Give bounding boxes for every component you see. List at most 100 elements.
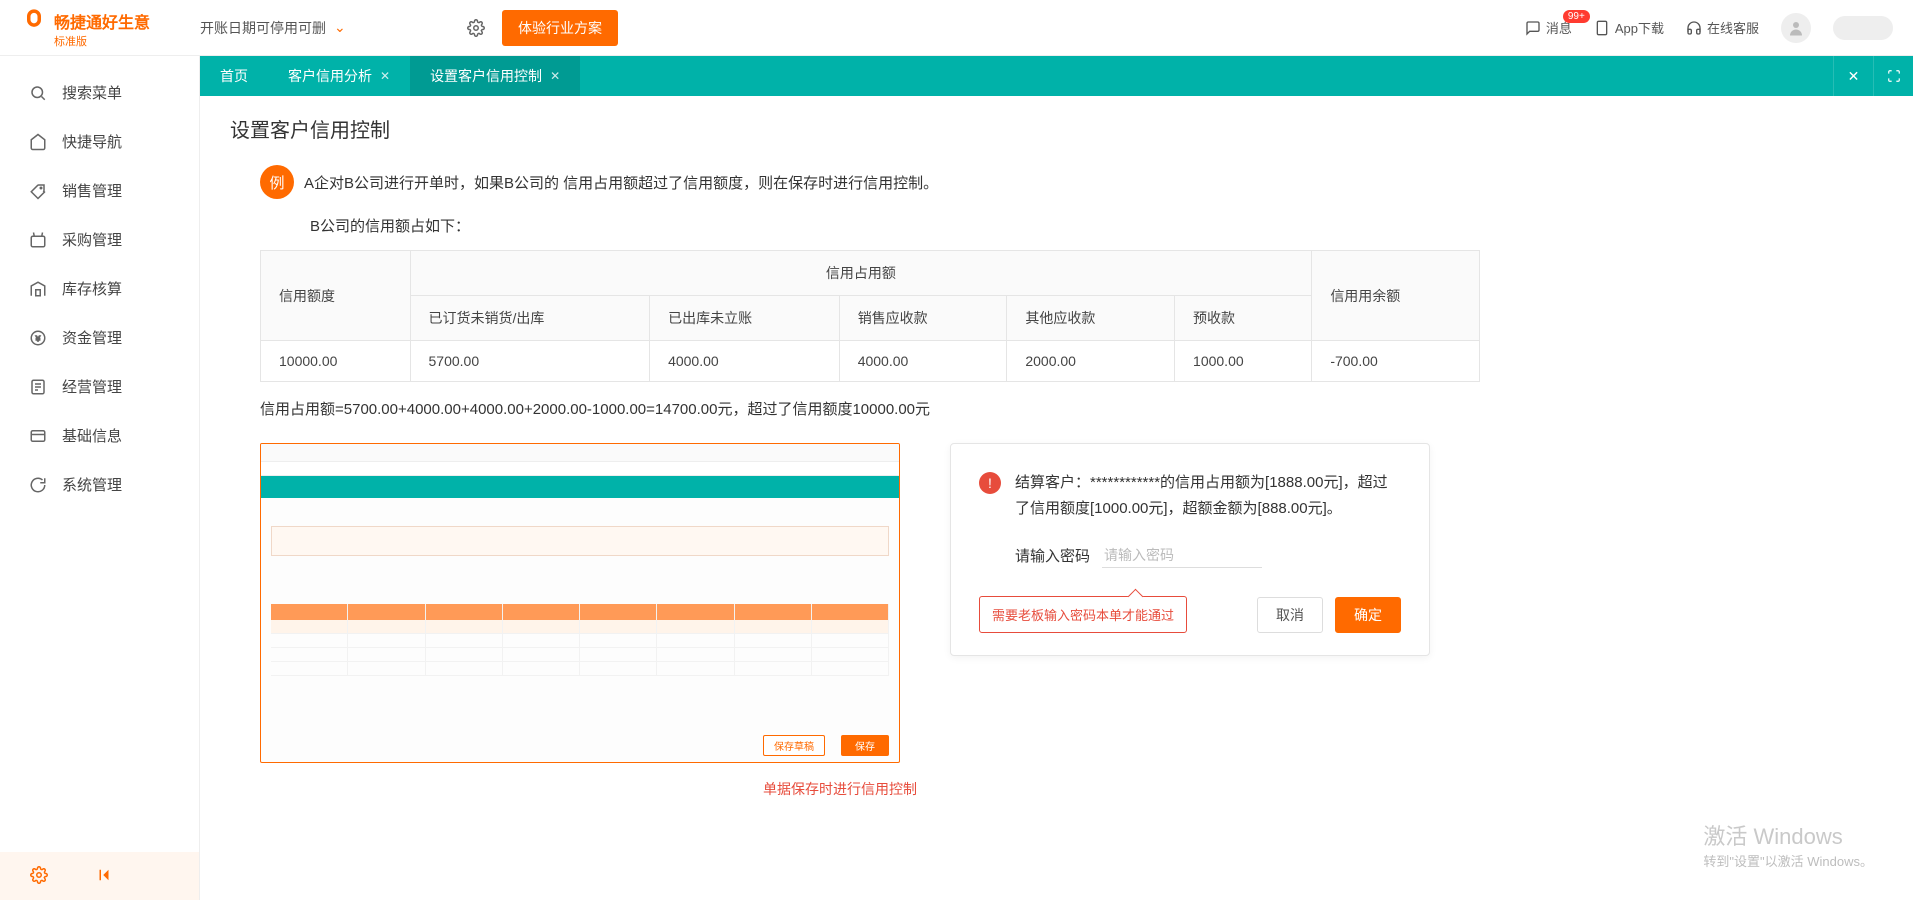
user-avatar[interactable] — [1781, 13, 1811, 43]
sidebar-item-label: 搜索菜单 — [62, 82, 122, 103]
th-sub-4: 预收款 — [1175, 296, 1312, 341]
sidebar-item-label: 库存核算 — [62, 278, 122, 299]
tab-home[interactable]: 首页 — [200, 56, 268, 96]
sidebar-item-sales[interactable]: 销售管理 — [0, 166, 199, 215]
page-title: 设置客户信用控制 — [230, 114, 1883, 143]
user-icon — [1787, 19, 1805, 37]
collapse-icon — [98, 868, 116, 882]
dialog-message: 结算客户：************的信用占用额为[1888.00元]，超过了信用… — [1015, 470, 1401, 521]
gear-icon — [467, 19, 485, 37]
tab-credit-settings[interactable]: 设置客户信用控制 ✕ — [410, 56, 580, 96]
app-download-label: App下载 — [1615, 18, 1664, 37]
context-dropdown[interactable]: 开账日期可停用可删 ⌄ — [200, 18, 460, 38]
tab-bar: 首页 客户信用分析 ✕ 设置客户信用控制 ✕ ✕ — [200, 56, 1913, 96]
support-link[interactable]: 在线客服 — [1686, 18, 1759, 37]
illustration-row: 保存草稿 保存 ! 结算客户：************的信用占用额为[1888.… — [260, 443, 1863, 763]
top-actions: 消息 99+ App下载 在线客服 — [1525, 13, 1893, 43]
sidebar-item-label: 经营管理 — [62, 376, 122, 397]
card-icon — [28, 426, 48, 446]
home-icon — [28, 132, 48, 152]
td-balance: -700.00 — [1312, 341, 1480, 382]
user-name-pill[interactable] — [1833, 16, 1893, 40]
content-scroll[interactable]: 例A企对B公司进行开单时，如果B公司的 信用占用额超过了信用额度，则在保存时进行… — [200, 153, 1913, 900]
messages-link[interactable]: 消息 99+ — [1525, 18, 1572, 37]
password-label: 请输入密码 — [1015, 545, 1090, 566]
sidebar-item-basic[interactable]: 基础信息 — [0, 411, 199, 460]
th-sub-3: 其他应收款 — [1007, 296, 1175, 341]
brand-name: 畅捷通好生意 — [54, 9, 150, 33]
sidebar-item-purchase[interactable]: 采购管理 — [0, 215, 199, 264]
sidebar-item-label: 采购管理 — [62, 229, 122, 250]
gear-icon — [30, 866, 48, 884]
example-sentence: A企对B公司进行开单时，如果B公司的 信用占用额超过了信用额度，则在保存时进行信… — [304, 175, 938, 192]
context-label: 开账日期可停用可删 — [200, 18, 326, 38]
close-icon[interactable]: ✕ — [550, 69, 560, 83]
tab-fullscreen-button[interactable] — [1873, 56, 1913, 96]
td-c1: 5700.00 — [410, 341, 650, 382]
tab-label: 设置客户信用控制 — [430, 66, 542, 86]
credit-warning-dialog: ! 结算客户：************的信用占用额为[1888.00元]，超过了… — [950, 443, 1430, 656]
tab-label: 首页 — [220, 66, 248, 86]
warning-icon: ! — [979, 472, 1001, 494]
calculation-text: 信用占用额=5700.00+4000.00+4000.00+2000.00-10… — [260, 398, 1863, 419]
sidebar-item-search[interactable]: 搜索菜单 — [0, 68, 199, 117]
sidebar-footer — [0, 852, 199, 900]
brand-edition: 标准版 — [54, 33, 87, 49]
illustration-caption: 单据保存时进行信用控制 — [260, 779, 1420, 799]
ok-button[interactable]: 确定 — [1335, 597, 1401, 633]
sidebar-item-label: 销售管理 — [62, 180, 122, 201]
sync-icon — [28, 475, 48, 495]
coin-icon: ¥ — [28, 328, 48, 348]
messages-badge: 99+ — [1563, 10, 1590, 23]
screenshot-mock: 保存草稿 保存 — [260, 443, 900, 763]
sidebar-item-label: 资金管理 — [62, 327, 122, 348]
td-credit-limit: 10000.00 — [261, 341, 411, 382]
sidebar-item-finance[interactable]: ¥ 资金管理 — [0, 313, 199, 362]
th-balance: 信用用余额 — [1312, 251, 1480, 341]
search-icon — [28, 83, 48, 103]
sidebar-item-system[interactable]: 系统管理 — [0, 460, 199, 509]
settings-button[interactable] — [460, 12, 492, 44]
svg-text:¥: ¥ — [36, 334, 41, 343]
example-subtext: B公司的信用额占如下： — [310, 215, 1863, 236]
example-text: 例A企对B公司进行开单时，如果B公司的 信用占用额超过了信用额度，则在保存时进行… — [260, 167, 1863, 201]
tab-close-all-button[interactable]: ✕ — [1833, 56, 1873, 96]
sidebar: 搜索菜单 快捷导航 销售管理 采购管理 库存核算 ¥ 资金管理 经营管理 基础信息… — [0, 56, 200, 900]
th-occupied: 信用占用额 — [410, 251, 1312, 296]
support-label: 在线客服 — [1707, 18, 1759, 37]
td-c5: 1000.00 — [1175, 341, 1312, 382]
td-c3: 4000.00 — [839, 341, 1007, 382]
brand-icon — [20, 7, 48, 35]
sidebar-item-label: 基础信息 — [62, 425, 122, 446]
td-c2: 4000.00 — [650, 341, 840, 382]
top-header: 畅捷通好生意 标准版 开账日期可停用可删 ⌄ 体验行业方案 消息 99+ App… — [0, 0, 1913, 56]
sidebar-item-operations[interactable]: 经营管理 — [0, 362, 199, 411]
sidebar-item-label: 系统管理 — [62, 474, 122, 495]
message-icon — [1525, 20, 1541, 36]
bag-icon — [28, 230, 48, 250]
th-credit-limit: 信用额度 — [261, 251, 411, 341]
sidebar-item-label: 快捷导航 — [62, 131, 122, 152]
close-icon[interactable]: ✕ — [380, 69, 390, 83]
mock-save-button: 保存 — [841, 735, 889, 756]
cancel-button[interactable]: 取消 — [1257, 597, 1323, 633]
brand-logo: 畅捷通好生意 标准版 — [20, 7, 200, 49]
dialog-tip: 需要老板输入密码本单才能通过 — [979, 596, 1187, 633]
th-sub-1: 已出库未立账 — [650, 296, 840, 341]
headset-icon — [1686, 20, 1702, 36]
warehouse-icon — [28, 279, 48, 299]
app-download-link[interactable]: App下载 — [1594, 18, 1664, 37]
tab-credit-analysis[interactable]: 客户信用分析 ✕ — [268, 56, 410, 96]
phone-icon — [1594, 20, 1610, 36]
sidebar-item-quicknav[interactable]: 快捷导航 — [0, 117, 199, 166]
tab-label: 客户信用分析 — [288, 66, 372, 86]
sidebar-collapse-button[interactable] — [98, 868, 116, 885]
credit-table: 信用额度 信用占用额 信用用余额 已订货未销货/出库 已出库未立账 销售应收款 … — [260, 250, 1480, 382]
mock-save-draft-button: 保存草稿 — [763, 735, 825, 756]
doc-icon — [28, 377, 48, 397]
password-input[interactable] — [1102, 543, 1262, 568]
table-row: 10000.00 5700.00 4000.00 4000.00 2000.00… — [261, 341, 1480, 382]
sidebar-item-inventory[interactable]: 库存核算 — [0, 264, 199, 313]
sidebar-settings-button[interactable] — [30, 866, 48, 887]
cta-button[interactable]: 体验行业方案 — [502, 10, 618, 46]
